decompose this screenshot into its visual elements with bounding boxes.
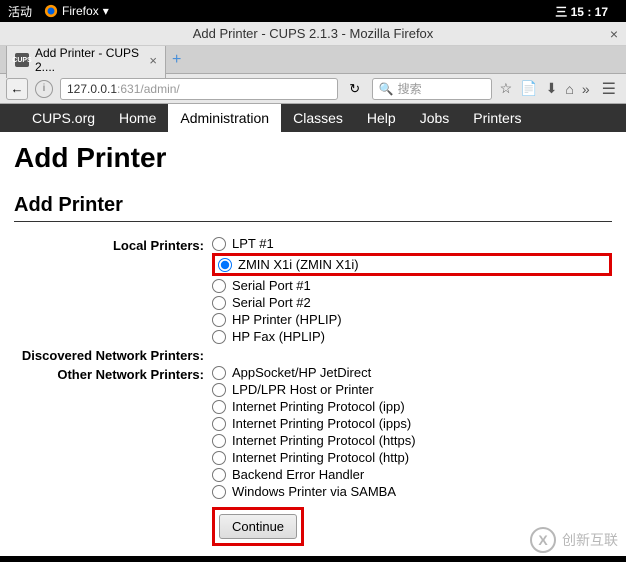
radio-ipp[interactable]: Internet Printing Protocol (ipp) [212,399,612,414]
url-path: :631/admin/ [117,82,180,96]
window-close-button[interactable]: × [610,26,618,42]
radio-input[interactable] [212,279,226,293]
radio-appsocket[interactable]: AppSocket/HP JetDirect [212,365,612,380]
search-input[interactable]: 🔍 搜索 [372,78,492,100]
radio-input[interactable] [212,451,226,465]
page-title: Add Printer [14,142,612,174]
firefox-menu[interactable]: Firefox ▾ [44,4,109,18]
radio-input[interactable] [212,313,226,327]
nav-jobs[interactable]: Jobs [408,104,462,132]
nav-cups-org[interactable]: CUPS.org [20,104,107,132]
search-icon: 🔍 [379,82,394,96]
tab-close-button[interactable]: × [149,53,157,68]
browser-tab[interactable]: CUPS Add Printer - CUPS 2.... × [6,41,166,78]
radio-label: Windows Printer via SAMBA [232,484,396,499]
site-info-icon[interactable]: i [35,80,53,98]
nav-home[interactable]: Home [107,104,168,132]
system-bar: 活动 Firefox ▾ 三 15 : 17 [0,0,626,22]
firefox-icon [44,4,58,18]
new-tab-button[interactable]: + [172,51,181,69]
radio-label: HP Printer (HPLIP) [232,312,342,327]
radio-label: Internet Printing Protocol (http) [232,450,409,465]
tab-title: Add Printer - CUPS 2.... [35,46,143,74]
radio-label: Serial Port #1 [232,278,311,293]
other-printers-label: Other Network Printers: [14,365,204,499]
radio-input[interactable] [212,296,226,310]
radio-label: Internet Printing Protocol (ipp) [232,399,405,414]
radio-lpd[interactable]: LPD/LPR Host or Printer [212,382,612,397]
radio-input[interactable] [218,258,232,272]
radio-label: ZMIN X1i (ZMIN X1i) [238,257,359,272]
radio-label: AppSocket/HP JetDirect [232,365,371,380]
local-printers-list: LPT #1 ZMIN X1i (ZMIN X1i) Serial Port #… [212,236,612,344]
nav-printers[interactable]: Printers [461,104,533,132]
navigation-bar: ← i 127.0.0.1:631/admin/ ↻ 🔍 搜索 ☆ 📄 ⬇ ⌂ … [0,74,626,104]
discovered-printers-label: Discovered Network Printers: [14,346,204,363]
radio-input[interactable] [212,485,226,499]
radio-label: Internet Printing Protocol (ipps) [232,416,411,431]
radio-label: Serial Port #2 [232,295,311,310]
radio-input[interactable] [212,468,226,482]
section-title: Add Printer [14,194,612,222]
radio-lpt1[interactable]: LPT #1 [212,236,612,251]
radio-hp-printer[interactable]: HP Printer (HPLIP) [212,312,612,327]
radio-serial1[interactable]: Serial Port #1 [212,278,612,293]
download-icon[interactable]: ⬇ [546,80,558,97]
tab-bar: CUPS Add Printer - CUPS 2.... × + [0,46,626,74]
system-clock: 三 15 : 17 [109,3,618,20]
bookmark-star-icon[interactable]: ☆ [500,80,513,97]
page-content: Add Printer Add Printer Local Printers: … [0,132,626,556]
radio-input[interactable] [212,400,226,414]
cups-nav: CUPS.org Home Administration Classes Hel… [0,104,626,132]
radio-backend-error[interactable]: Backend Error Handler [212,467,612,482]
search-placeholder: 搜索 [398,80,422,97]
radio-label: HP Fax (HPLIP) [232,329,325,344]
reload-button[interactable]: ↻ [344,78,366,100]
local-printers-label: Local Printers: [14,236,204,344]
watermark-text: 创新互联 [562,530,618,550]
radio-input[interactable] [212,330,226,344]
watermark: X 创新互联 [530,527,618,553]
radio-input[interactable] [212,237,226,251]
radio-input[interactable] [212,417,226,431]
radio-input[interactable] [212,434,226,448]
continue-highlight: Continue [212,507,304,546]
tab-favicon: CUPS [15,53,29,67]
menu-icon[interactable]: ☰ [602,79,616,99]
radio-hp-fax[interactable]: HP Fax (HPLIP) [212,329,612,344]
firefox-label: Firefox [62,4,99,18]
back-button[interactable]: ← [6,78,28,100]
nav-classes[interactable]: Classes [281,104,355,132]
more-icon[interactable]: » [582,81,590,97]
radio-https[interactable]: Internet Printing Protocol (https) [212,433,612,448]
clipboard-icon[interactable]: 📄 [520,80,537,97]
other-printers-list: AppSocket/HP JetDirect LPD/LPR Host or P… [212,365,612,499]
nav-help[interactable]: Help [355,104,408,132]
continue-button[interactable]: Continue [219,514,297,539]
window-title-bar: Add Printer - CUPS 2.1.3 - Mozilla Firef… [0,22,626,46]
radio-label: Internet Printing Protocol (https) [232,433,416,448]
watermark-logo: X [530,527,556,553]
window-title: Add Printer - CUPS 2.1.3 - Mozilla Firef… [193,26,434,41]
radio-ipps[interactable]: Internet Printing Protocol (ipps) [212,416,612,431]
bottom-strip [0,556,626,562]
radio-input[interactable] [212,383,226,397]
home-icon[interactable]: ⌂ [565,81,573,97]
radio-label: LPD/LPR Host or Printer [232,382,374,397]
radio-label: LPT #1 [232,236,274,251]
radio-label: Backend Error Handler [232,467,364,482]
radio-http[interactable]: Internet Printing Protocol (http) [212,450,612,465]
radio-serial2[interactable]: Serial Port #2 [212,295,612,310]
url-host: 127.0.0.1 [67,82,117,96]
radio-input[interactable] [212,366,226,380]
radio-samba[interactable]: Windows Printer via SAMBA [212,484,612,499]
nav-administration[interactable]: Administration [168,104,281,132]
radio-zmin-x1i[interactable]: ZMIN X1i (ZMIN X1i) [218,257,359,272]
url-input[interactable]: 127.0.0.1:631/admin/ [60,78,338,100]
activities-label[interactable]: 活动 [8,3,32,20]
